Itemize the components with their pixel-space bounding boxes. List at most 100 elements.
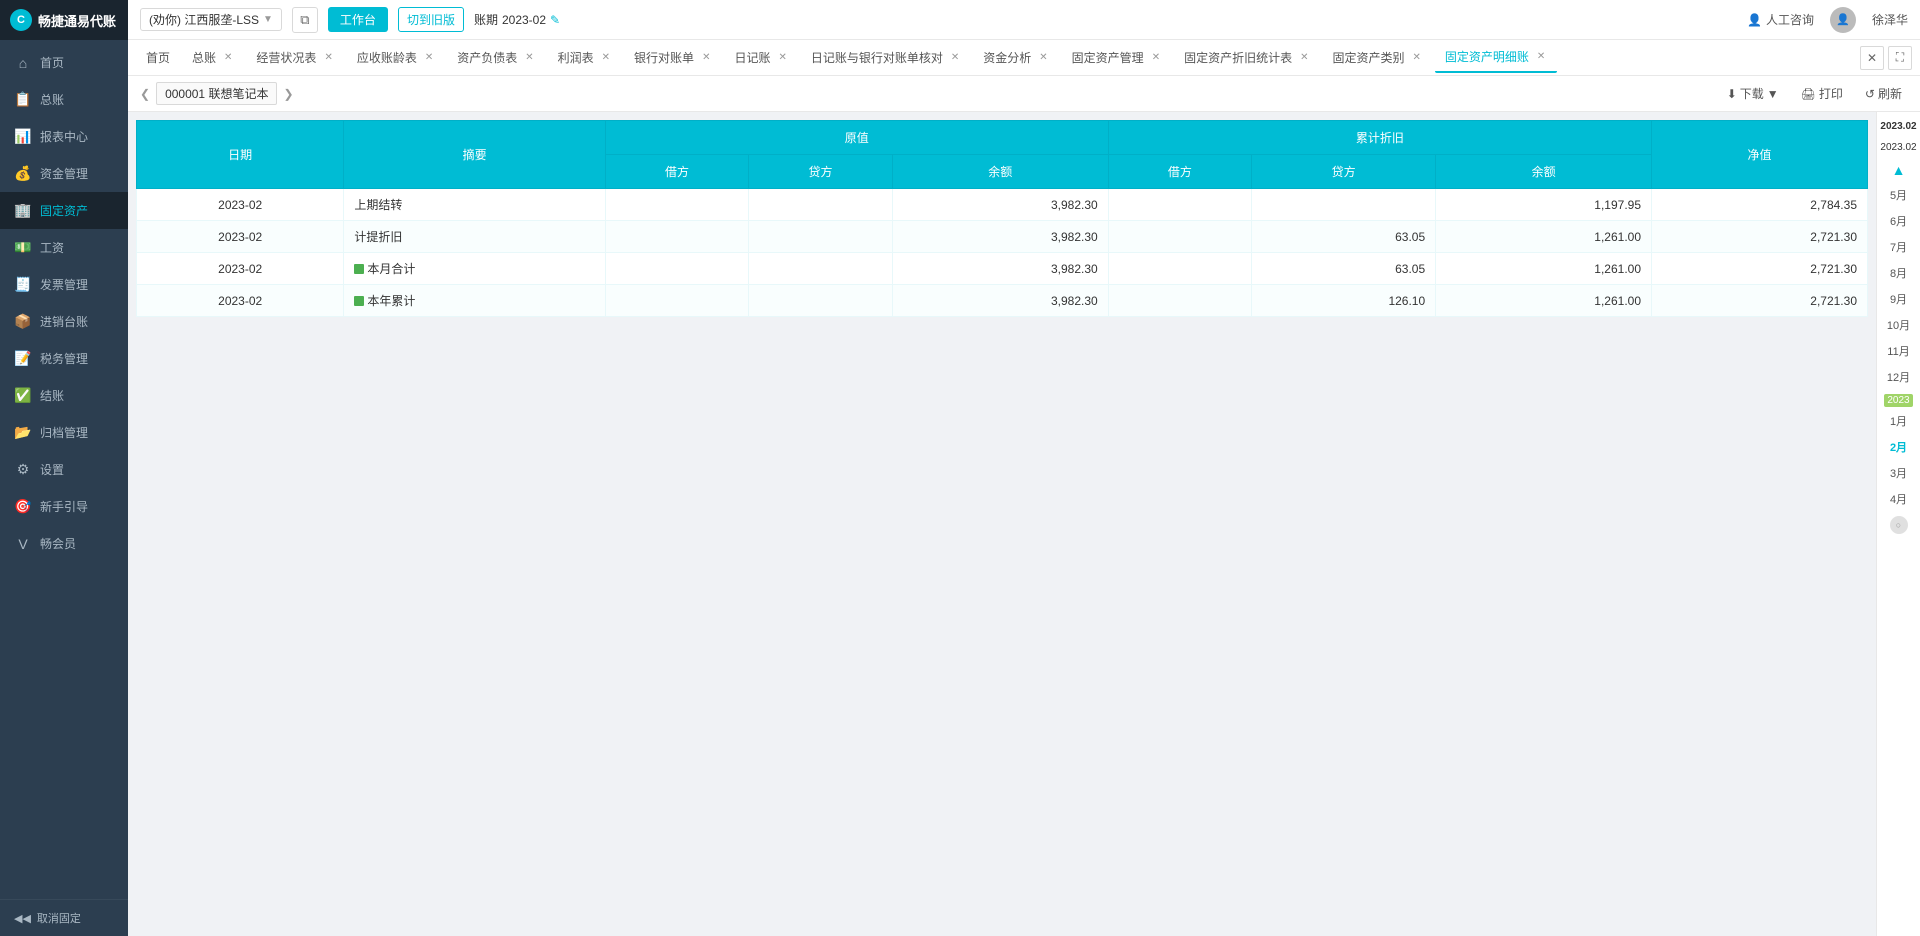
tab-close-icon[interactable]: ✕ bbox=[1037, 51, 1049, 64]
tab-label: 固定资产管理 bbox=[1072, 49, 1144, 66]
tab-depreciation-stats[interactable]: 固定资产折旧统计表 ✕ bbox=[1174, 43, 1320, 72]
tab-close-icon[interactable]: ✕ bbox=[423, 51, 435, 64]
tab-label: 经营状况表 bbox=[256, 49, 316, 66]
header-right: 👤 人工咨询 👤 徐泽华 bbox=[1747, 7, 1908, 33]
sidebar-item-funds[interactable]: 💰 资金管理 bbox=[0, 155, 128, 192]
logo-icon: C bbox=[10, 9, 32, 31]
tab-close-icon[interactable]: ✕ bbox=[776, 51, 788, 64]
period-nav-month-5[interactable]: 5月 bbox=[1877, 182, 1920, 208]
service-label: 人工咨询 bbox=[1766, 11, 1814, 28]
refresh-button[interactable]: ↺ 刷新 bbox=[1859, 82, 1908, 105]
breadcrumb-back-icon[interactable]: ❮ bbox=[140, 87, 150, 101]
period-nav-month-9[interactable]: 9月 bbox=[1877, 286, 1920, 312]
period-nav-month-8[interactable]: 8月 bbox=[1877, 260, 1920, 286]
period-nav-year-header-2: 2023.02 bbox=[1877, 137, 1920, 158]
period-nav-month-3[interactable]: 3月 bbox=[1877, 460, 1920, 486]
tab-close-icon[interactable]: ✕ bbox=[949, 51, 961, 64]
user-service-button[interactable]: 👤 人工咨询 bbox=[1747, 11, 1814, 28]
col-header-accumulated-depreciation: 累计折旧 bbox=[1108, 121, 1651, 155]
tab-asset-category[interactable]: 固定资产类别 ✕ bbox=[1322, 43, 1432, 72]
sidebar-item-guide[interactable]: 🎯 新手引导 bbox=[0, 488, 128, 525]
sidebar-item-payroll[interactable]: 💵 工资 bbox=[0, 229, 128, 266]
copy-button[interactable]: ⧉ bbox=[292, 7, 318, 33]
tab-home[interactable]: 首页 bbox=[136, 43, 180, 72]
period-navigator: 2023.02 2023.02 ▲ 5月 6月 7月 8月 9月 10月 11月… bbox=[1876, 112, 1920, 936]
cell-date: 2023-02 bbox=[137, 253, 344, 285]
tab-close-icon[interactable]: ✕ bbox=[222, 51, 234, 64]
sidebar-item-archive[interactable]: 📂 归档管理 bbox=[0, 414, 128, 451]
print-button[interactable]: 🖨 打印 bbox=[1795, 82, 1849, 105]
tab-label: 固定资产明细账 bbox=[1445, 48, 1529, 65]
period-nav-month-10[interactable]: 10月 bbox=[1877, 312, 1920, 338]
sidebar-item-tax[interactable]: 📝 税务管理 bbox=[0, 340, 128, 377]
tab-close-icon[interactable]: ✕ bbox=[1298, 51, 1310, 64]
period-edit-icon[interactable]: ✎ bbox=[550, 13, 560, 27]
breadcrumb-forward-icon[interactable]: ❯ bbox=[283, 87, 293, 101]
tab-profit[interactable]: 利润表 ✕ bbox=[548, 43, 622, 72]
period-nav-month-2[interactable]: 2月 bbox=[1877, 434, 1920, 460]
tab-label: 固定资产类别 bbox=[1332, 49, 1404, 66]
period-info: 账期 2023-02 ✎ bbox=[474, 11, 560, 28]
company-selector[interactable]: (劝你) 江西服垄-LSS ▼ bbox=[140, 8, 282, 31]
unpin-label: 取消固定 bbox=[37, 910, 81, 926]
tab-close-icon[interactable]: ✕ bbox=[1411, 51, 1423, 64]
sidebar-item-ledger[interactable]: 📋 总账 bbox=[0, 81, 128, 118]
closing-icon: ✅ bbox=[14, 387, 32, 404]
tab-close-icon[interactable]: ✕ bbox=[1535, 50, 1547, 63]
tab-close-icon[interactable]: ✕ bbox=[1150, 51, 1162, 64]
tab-label: 银行对账单 bbox=[634, 49, 694, 66]
expand-tabs-button[interactable]: ⛶ bbox=[1888, 46, 1912, 70]
workbench-button[interactable]: 工作台 bbox=[328, 7, 388, 32]
user-avatar[interactable]: 👤 bbox=[1830, 7, 1856, 33]
col-header-original-value: 原值 bbox=[605, 121, 1108, 155]
period-nav-month-7[interactable]: 7月 bbox=[1877, 234, 1920, 260]
cell-accum-debit bbox=[1108, 253, 1252, 285]
cell-orig-debit bbox=[605, 221, 749, 253]
tab-fixed-assets-mgmt[interactable]: 固定资产管理 ✕ bbox=[1062, 43, 1172, 72]
download-button[interactable]: ⬇ 下载 ▼ bbox=[1721, 82, 1785, 105]
sidebar: C 畅捷通易代账 ⌂ 首页 📋 总账 📊 报表中心 💰 资金管理 🏢 固定资产 … bbox=[0, 0, 128, 936]
col-header-orig-debit: 借方 bbox=[605, 155, 749, 189]
tab-fund-analysis[interactable]: 资金分析 ✕ bbox=[973, 43, 1059, 72]
sidebar-item-fixed-assets[interactable]: 🏢 固定资产 bbox=[0, 192, 128, 229]
sidebar-item-member[interactable]: V 畅会员 bbox=[0, 525, 128, 562]
tab-label: 利润表 bbox=[558, 49, 594, 66]
period-nav-month-4[interactable]: 4月 bbox=[1877, 486, 1920, 512]
cell-date: 2023-02 bbox=[137, 221, 344, 253]
cell-orig-debit bbox=[605, 253, 749, 285]
tab-ledger[interactable]: 总账 ✕ bbox=[182, 43, 244, 72]
tab-asset-detail[interactable]: 固定资产明细账 ✕ bbox=[1435, 42, 1557, 73]
period-nav-month-12[interactable]: 12月 bbox=[1877, 364, 1920, 390]
unpin-sidebar-button[interactable]: ◀◀ 取消固定 bbox=[0, 899, 128, 936]
tab-journal-bank-reconcile[interactable]: 日记账与银行对账单核对 ✕ bbox=[801, 43, 971, 72]
period-nav-month-6[interactable]: 6月 bbox=[1877, 208, 1920, 234]
sidebar-item-settings[interactable]: ⚙ 设置 bbox=[0, 451, 128, 488]
member-icon: V bbox=[14, 536, 32, 552]
tab-business-status[interactable]: 经营状况表 ✕ bbox=[246, 43, 344, 72]
period-nav-month-11[interactable]: 11月 bbox=[1877, 338, 1920, 364]
tab-close-icon[interactable]: ✕ bbox=[523, 51, 535, 64]
close-all-tabs-button[interactable]: ✕ bbox=[1860, 46, 1884, 70]
period-nav-up-button[interactable]: ▲ bbox=[1892, 158, 1906, 182]
sidebar-item-purchase-sales[interactable]: 📦 进销台账 bbox=[0, 303, 128, 340]
tab-balance-sheet[interactable]: 资产负债表 ✕ bbox=[447, 43, 545, 72]
period-nav-month-1[interactable]: 1月 bbox=[1877, 408, 1920, 434]
tab-close-icon[interactable]: ✕ bbox=[322, 51, 334, 64]
col-header-accum-balance: 余额 bbox=[1436, 155, 1652, 189]
tab-close-icon[interactable]: ✕ bbox=[600, 51, 612, 64]
sidebar-item-invoice[interactable]: 🧾 发票管理 bbox=[0, 266, 128, 303]
tab-journal[interactable]: 日记账 ✕ bbox=[724, 43, 798, 72]
tab-bar: 首页 总账 ✕ 经营状况表 ✕ 应收账龄表 ✕ 资产负债表 ✕ 利润表 ✕ 银行… bbox=[128, 40, 1920, 76]
period-nav-circle-button[interactable]: ○ bbox=[1890, 516, 1908, 534]
unpin-icon: ◀◀ bbox=[14, 912, 31, 925]
switch-version-button[interactable]: 切到旧版 bbox=[398, 7, 464, 32]
tab-close-icon[interactable]: ✕ bbox=[700, 51, 712, 64]
tab-receivable-aging[interactable]: 应收账龄表 ✕ bbox=[347, 43, 445, 72]
tab-bank-statement[interactable]: 银行对账单 ✕ bbox=[624, 43, 722, 72]
tab-actions: ✕ ⛶ bbox=[1860, 46, 1912, 70]
sidebar-item-reports[interactable]: 📊 报表中心 bbox=[0, 118, 128, 155]
table-row: 2023-02 本年累计 3,982.30 126.10 1,261.0 bbox=[137, 285, 1868, 317]
sidebar-item-home[interactable]: ⌂ 首页 bbox=[0, 44, 128, 81]
sidebar-item-closing[interactable]: ✅ 结账 bbox=[0, 377, 128, 414]
tab-label: 日记账 bbox=[734, 49, 770, 66]
